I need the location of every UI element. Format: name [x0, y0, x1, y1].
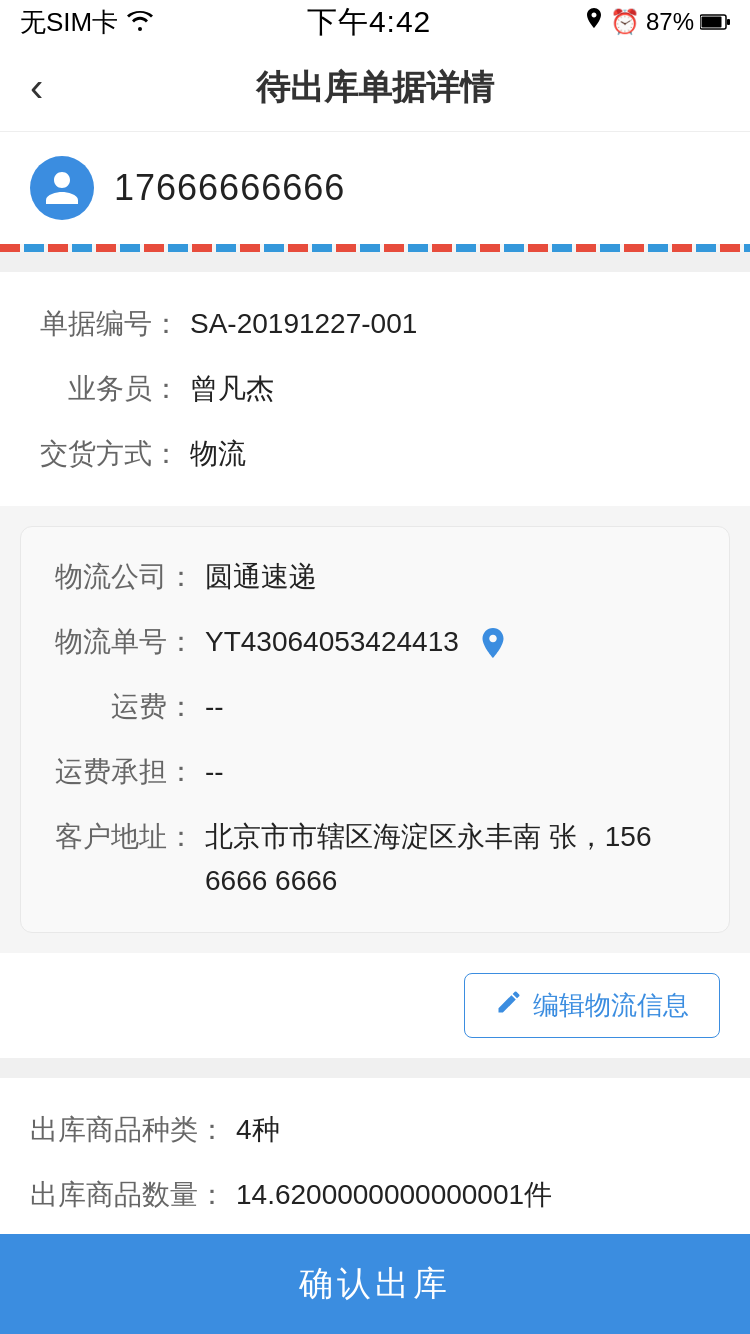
- wifi-icon: [126, 7, 154, 38]
- avatar: [30, 156, 94, 220]
- customer-header: 17666666666: [0, 132, 750, 244]
- nav-bar: ‹ 待出库单据详情: [0, 44, 750, 132]
- freight-bear-label: 运费承担：: [45, 750, 195, 795]
- logistics-tracking-row: 物流单号： YT43064053424413: [45, 620, 705, 665]
- status-bar: 无SIM卡 下午4:42 ⏰ 87%: [0, 0, 750, 44]
- delivery-label: 交货方式：: [30, 432, 180, 477]
- goods-type-value: 4种: [236, 1108, 720, 1153]
- carrier-label: 无SIM卡: [20, 5, 118, 40]
- freight-label: 运费：: [45, 685, 195, 730]
- edit-icon: [495, 988, 523, 1023]
- edit-logistics-button[interactable]: 编辑物流信息: [464, 973, 720, 1038]
- status-right: ⏰ 87%: [584, 8, 730, 36]
- customer-phone: 17666666666: [114, 167, 345, 209]
- svg-rect-2: [701, 17, 721, 28]
- goods-info-card: 出库商品种类： 4种 出库商品数量： 14.6200000000000001件: [0, 1078, 750, 1248]
- confirm-bar[interactable]: 确认出库: [0, 1234, 750, 1334]
- tracking-location-icon[interactable]: [475, 625, 511, 661]
- agent-value: 曾凡杰: [190, 367, 720, 412]
- doc-number-label: 单据编号：: [30, 302, 180, 347]
- agent-label: 业务员：: [30, 367, 180, 412]
- delivery-row: 交货方式： 物流: [30, 432, 720, 477]
- section-gap-2: [0, 1058, 750, 1078]
- goods-quantity-label: 出库商品数量：: [30, 1173, 226, 1218]
- customer-address-label: 客户地址：: [45, 815, 195, 860]
- customer-address-row: 客户地址： 北京市市辖区海淀区永丰南 张，156 6666 6666: [45, 815, 705, 905]
- status-left: 无SIM卡: [20, 5, 154, 40]
- alarm-icon: ⏰: [610, 8, 640, 36]
- confirm-button[interactable]: 确认出库: [299, 1261, 451, 1307]
- freight-value: --: [205, 685, 705, 730]
- location-status-icon: [584, 8, 604, 36]
- freight-bear-row: 运费承担： --: [45, 750, 705, 795]
- goods-quantity-value: 14.6200000000000001件: [236, 1173, 720, 1218]
- logistics-company-row: 物流公司： 圆通速递: [45, 555, 705, 600]
- back-button[interactable]: ‹: [30, 65, 90, 110]
- freight-bear-value: --: [205, 750, 705, 795]
- goods-quantity-row: 出库商品数量： 14.6200000000000001件: [30, 1173, 720, 1218]
- delivery-value: 物流: [190, 432, 720, 477]
- edit-logistics-label: 编辑物流信息: [533, 988, 689, 1023]
- logistics-card: 物流公司： 圆通速递 物流单号： YT43064053424413 运费： --…: [20, 526, 730, 933]
- logistics-company-label: 物流公司：: [45, 555, 195, 600]
- edit-logistics-section: 编辑物流信息: [0, 953, 750, 1058]
- svg-rect-1: [727, 19, 730, 25]
- agent-row: 业务员： 曾凡杰: [30, 367, 720, 412]
- status-time: 下午4:42: [307, 2, 431, 43]
- dashed-divider: [0, 244, 750, 252]
- goods-type-row: 出库商品种类： 4种: [30, 1108, 720, 1153]
- goods-type-label: 出库商品种类：: [30, 1108, 226, 1153]
- freight-row: 运费： --: [45, 685, 705, 730]
- doc-number-value: SA-20191227-001: [190, 302, 720, 347]
- page-title: 待出库单据详情: [256, 65, 494, 111]
- logistics-tracking-label: 物流单号：: [45, 620, 195, 665]
- customer-address-value: 北京市市辖区海淀区永丰南 张，156 6666 6666: [205, 815, 705, 905]
- section-gap-1: [0, 252, 750, 272]
- doc-number-row: 单据编号： SA-20191227-001: [30, 302, 720, 347]
- battery-label: 87%: [646, 8, 694, 36]
- document-info-card: 单据编号： SA-20191227-001 业务员： 曾凡杰 交货方式： 物流: [0, 272, 750, 506]
- logistics-company-value: 圆通速递: [205, 555, 705, 600]
- battery-icon: [700, 8, 730, 36]
- logistics-tracking-value: YT43064053424413: [205, 620, 705, 665]
